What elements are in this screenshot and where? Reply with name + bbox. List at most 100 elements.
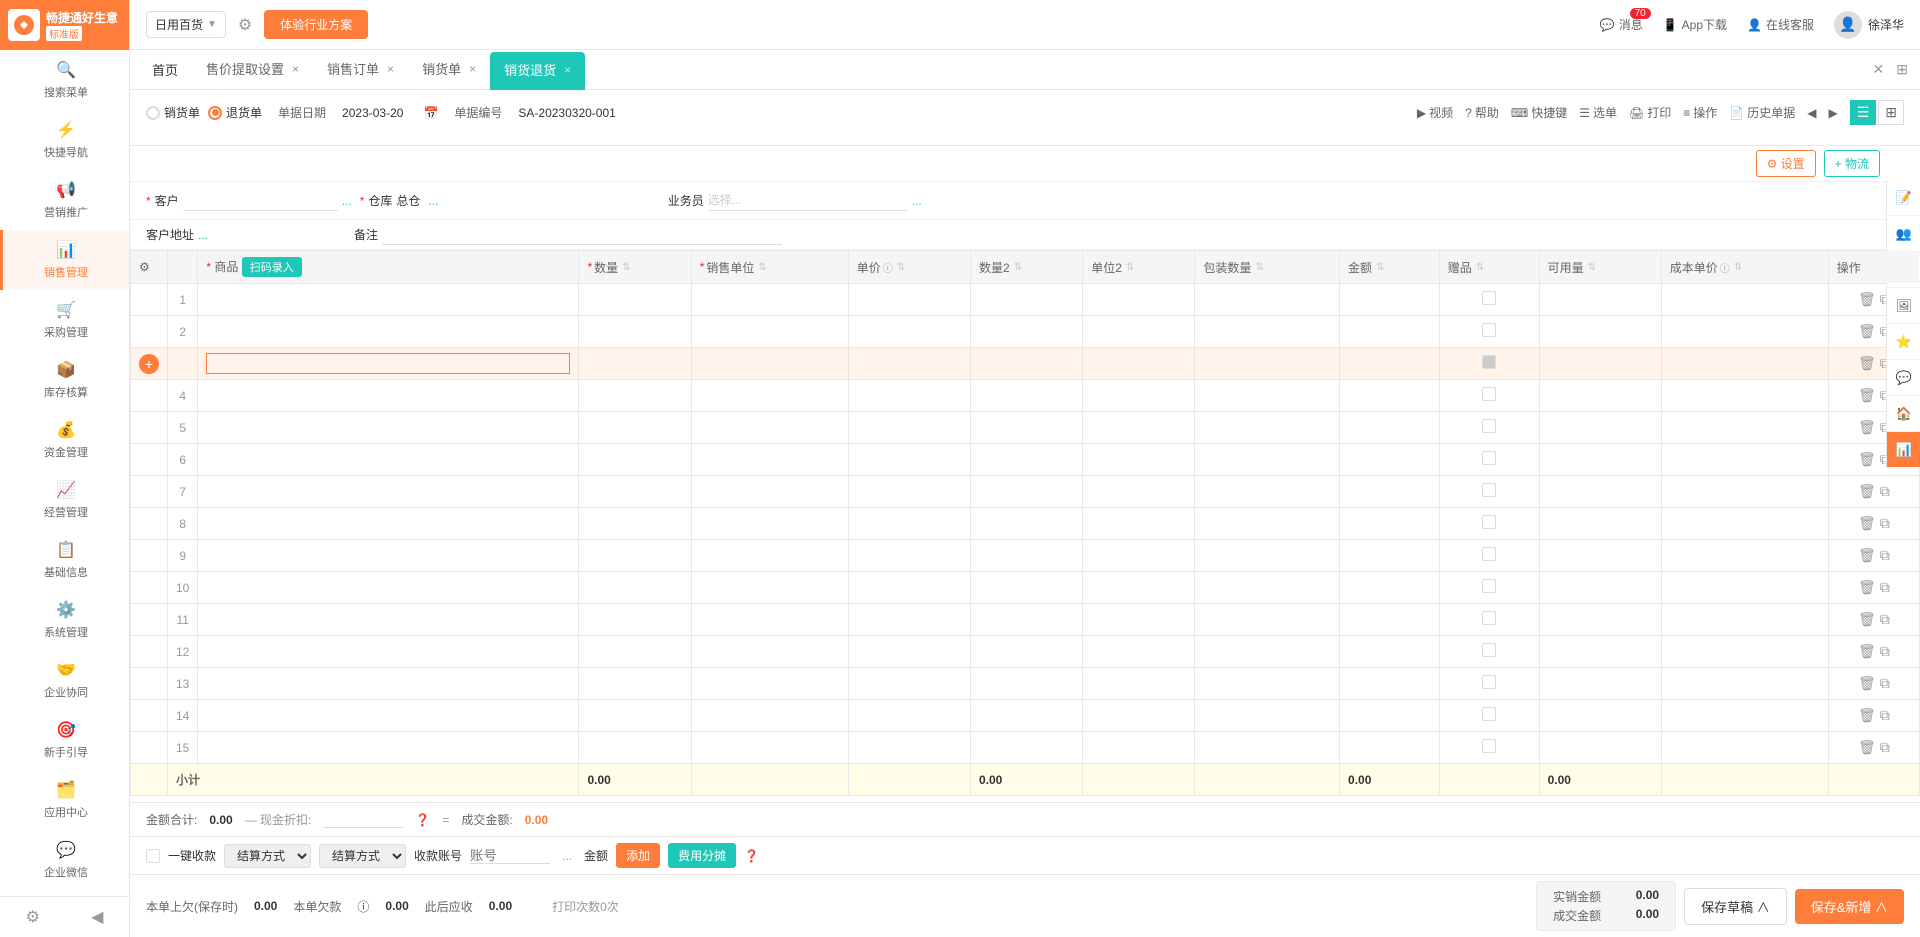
sidebar-collapse-btn[interactable]: ◀ <box>91 907 103 927</box>
row-cost-price[interactable] <box>1661 316 1828 348</box>
note-input[interactable] <box>382 224 782 245</box>
row-unit-price[interactable] <box>848 284 970 316</box>
copy-row-btn[interactable]: ⧉ <box>1880 611 1890 628</box>
sidebar-item-system[interactable]: ⚙️ 系统管理 <box>0 590 129 650</box>
add-payment-btn[interactable]: 添加 <box>616 843 660 868</box>
gift-checkbox[interactable] <box>1482 355 1496 369</box>
single-due-icon[interactable]: ⓘ <box>357 898 369 915</box>
settings-setup-btn[interactable]: ⚙ 设置 <box>1756 150 1816 177</box>
delete-row-btn[interactable]: 🗑 <box>1858 291 1876 308</box>
available-sort[interactable]: ⇅ <box>1588 262 1596 273</box>
row-qty2[interactable] <box>970 316 1082 348</box>
gift-sort[interactable]: ⇅ <box>1476 262 1484 273</box>
sidebar-item-purchase[interactable]: 🛒 采购管理 <box>0 290 129 350</box>
gift-checkbox[interactable] <box>1482 323 1496 337</box>
list-view-btn[interactable]: ☰ <box>1850 100 1877 125</box>
delete-row-btn[interactable]: 🗑 <box>1858 579 1876 596</box>
tab-close-sales-order[interactable]: × <box>387 62 394 76</box>
delete-row-btn[interactable]: 🗑 <box>1858 419 1876 436</box>
rfp-star-btn[interactable]: ⭐ <box>1887 324 1920 360</box>
address-dots-btn[interactable]: ... <box>198 228 208 242</box>
tab-sales-order[interactable]: 销售订单 × <box>313 50 408 90</box>
sidebar-item-enterprise[interactable]: 🤝 企业协同 <box>0 650 129 710</box>
sidebar-item-shortcut[interactable]: ⚡ 快捷导航 <box>0 110 129 170</box>
row-quantity[interactable] <box>579 316 691 348</box>
tab-sales-return[interactable]: 销货退货 × <box>490 52 585 90</box>
unit-sort[interactable]: ⇅ <box>758 262 766 273</box>
rfp-active-btn[interactable]: 📊 <box>1887 432 1920 468</box>
copy-row-btn[interactable]: ⧉ <box>1880 547 1890 564</box>
row-unit2[interactable] <box>1083 316 1195 348</box>
tab-sales-delivery[interactable]: 销货单 × <box>408 50 490 90</box>
shortcut-btn[interactable]: ⌨ 快捷键 <box>1511 104 1567 121</box>
row-cost-price[interactable] <box>1661 284 1828 316</box>
sidebar-item-apps[interactable]: 🗂️ 应用中心 <box>0 770 129 830</box>
tab-home[interactable]: 首页 <box>138 50 192 90</box>
question-icon[interactable]: ❓ <box>415 813 430 827</box>
row-unit[interactable] <box>691 316 848 348</box>
fee-split-btn[interactable]: 费用分摊 <box>668 843 736 868</box>
payment-checkbox[interactable] <box>146 849 160 863</box>
grid-view-btn[interactable]: ⊞ <box>1878 100 1904 125</box>
delete-row-btn[interactable]: 🗑 <box>1858 483 1876 500</box>
gift-checkbox[interactable] <box>1482 291 1496 305</box>
delete-row-btn[interactable]: 🗑 <box>1858 387 1876 404</box>
row-pack-qty[interactable] <box>1195 284 1340 316</box>
row-available[interactable] <box>1539 348 1661 380</box>
calc-method-select[interactable]: 结算方式 <box>224 844 311 868</box>
row-product[interactable] <box>198 348 579 380</box>
row-quantity[interactable] <box>579 348 691 380</box>
product-input-active[interactable] <box>206 353 570 374</box>
delete-row-btn[interactable]: 🗑 <box>1858 675 1876 692</box>
calc-method-select2[interactable]: 结算方式 <box>319 844 406 868</box>
salesperson-dots-btn[interactable]: ... <box>912 194 922 208</box>
delete-row-btn[interactable]: 🗑 <box>1858 515 1876 532</box>
next-record-btn[interactable]: ▶ <box>1828 106 1837 120</box>
row-qty2[interactable] <box>970 284 1082 316</box>
customer-dots-btn[interactable]: ... <box>342 194 352 208</box>
operate-btn[interactable]: ≡ 操作 <box>1683 104 1717 121</box>
th-settings[interactable]: ⚙ <box>131 251 168 284</box>
row-unit-price[interactable] <box>848 316 970 348</box>
sidebar-item-basic[interactable]: 📋 基础信息 <box>0 530 129 590</box>
experience-button[interactable]: 体验行业方案 <box>264 10 368 39</box>
logistics-btn[interactable]: + 物流 <box>1824 150 1880 177</box>
packqty-sort[interactable]: ⇅ <box>1255 262 1263 273</box>
sidebar-item-sales[interactable]: 📊 销售管理 <box>0 230 129 290</box>
calendar-icon[interactable]: 📅 <box>423 106 438 120</box>
quantity-sort[interactable]: ⇅ <box>622 262 630 273</box>
save-draft-btn[interactable]: 保存草稿 ∧ <box>1684 888 1787 925</box>
tab-expand-btn[interactable]: ⊞ <box>1892 59 1912 80</box>
user-info[interactable]: 👤 徐泽华 <box>1834 11 1904 39</box>
message-btn[interactable]: 💬 70 消息 <box>1600 16 1643 33</box>
sidebar-item-finance[interactable]: 💰 资金管理 <box>0 410 129 470</box>
row-available[interactable] <box>1539 284 1661 316</box>
row-gift[interactable] <box>1439 284 1539 316</box>
row-amount[interactable] <box>1340 348 1440 380</box>
rfp-chat-btn[interactable]: 💬 <box>1887 360 1920 396</box>
copy-row-btn[interactable]: ⧉ <box>1880 707 1890 724</box>
row-pack-qty[interactable] <box>1195 316 1340 348</box>
history-btn[interactable]: 📄 历史单据 <box>1729 104 1795 121</box>
sidebar-item-inventory[interactable]: 📦 库存核算 <box>0 350 129 410</box>
row-unit[interactable] <box>691 284 848 316</box>
industry-dropdown[interactable]: 日用百货 ▼ <box>146 11 226 38</box>
help-btn[interactable]: ? 帮助 <box>1465 104 1499 121</box>
save-new-btn[interactable]: 保存&新增 ∧ <box>1795 889 1904 924</box>
sidebar-item-operation[interactable]: 📈 经营管理 <box>0 470 129 530</box>
warehouse-dots-btn[interactable]: ... <box>428 194 438 208</box>
row-unit[interactable] <box>691 348 848 380</box>
delete-row-btn[interactable]: 🗑 <box>1858 547 1876 564</box>
row-qty2[interactable] <box>970 348 1082 380</box>
row-unit2[interactable] <box>1083 348 1195 380</box>
fee-help-icon[interactable]: ❓ <box>744 849 759 863</box>
tab-close-all-btn[interactable]: ✕ <box>1869 59 1889 80</box>
copy-row-btn[interactable]: ⧉ <box>1880 483 1890 500</box>
delete-row-btn[interactable]: 🗑 <box>1858 643 1876 660</box>
copy-row-btn[interactable]: ⧉ <box>1880 675 1890 692</box>
sidebar-settings-btn[interactable]: ⚙ <box>26 907 40 927</box>
unit2-sort[interactable]: ⇅ <box>1126 262 1134 273</box>
row-amount[interactable] <box>1340 316 1440 348</box>
rfp-home-btn[interactable]: 🏠 <box>1887 396 1920 432</box>
tab-close-sales-delivery[interactable]: × <box>469 62 476 76</box>
